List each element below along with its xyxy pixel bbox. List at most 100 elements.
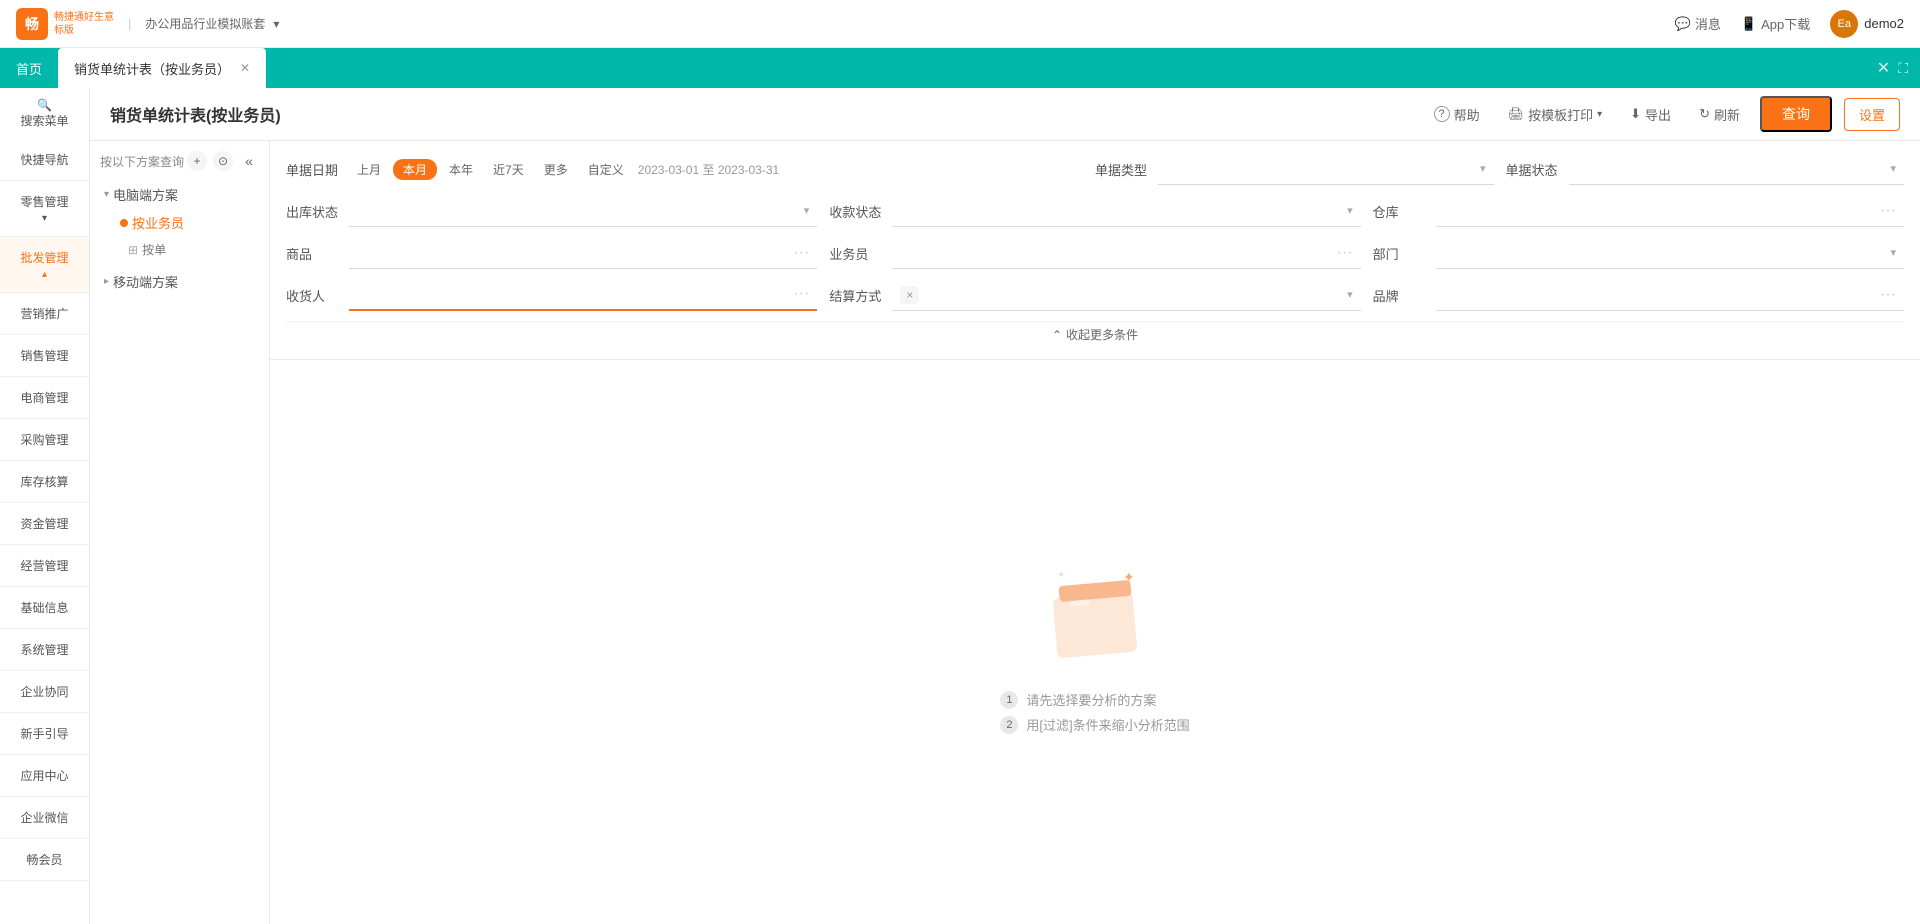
- doc-type-dropdown-icon: ▾: [1480, 162, 1486, 175]
- scheme-add-icon[interactable]: +: [187, 151, 207, 171]
- department-control[interactable]: ▾: [1436, 237, 1904, 269]
- sidebar-item-ecommerce[interactable]: 电商管理: [0, 377, 89, 419]
- filter-row-4: 收货人 ··· 结算方式 ×: [286, 279, 1904, 311]
- brand-control[interactable]: ···: [1436, 279, 1904, 311]
- collapse-btn[interactable]: ⌃ 收起更多条件: [286, 321, 1904, 347]
- query-button[interactable]: 查询: [1760, 96, 1832, 132]
- goods-label: 商品: [286, 244, 341, 263]
- inventory-label: 库存核算: [8, 473, 81, 490]
- date-tab-custom[interactable]: 自定义: [580, 159, 632, 180]
- filter-row-2: 出库状态 ▾ 收款状态 ▾: [286, 195, 1904, 227]
- department-dropdown-icon: ▾: [1890, 246, 1896, 259]
- help-label: 帮助: [1454, 105, 1480, 124]
- help-btn[interactable]: ? 帮助: [1426, 101, 1488, 128]
- ecommerce-label: 电商管理: [8, 389, 81, 406]
- breadcrumb-arrow[interactable]: ▾: [273, 17, 279, 31]
- sidebar-item-basic[interactable]: 基础信息: [0, 587, 89, 629]
- date-tab-7days[interactable]: 近7天: [485, 159, 532, 180]
- scheme-dot-icon: [120, 219, 128, 227]
- logo-icon: 畅: [16, 8, 48, 40]
- sidebar-item-appstore[interactable]: 应用中心: [0, 755, 89, 797]
- retail-arrow: ▾: [42, 213, 47, 224]
- settlement-tag-close[interactable]: ×: [906, 288, 913, 302]
- sidebar-item-system[interactable]: 系统管理: [0, 629, 89, 671]
- outbound-control[interactable]: ▾: [349, 195, 817, 227]
- wechat-label: 企业微信: [8, 809, 81, 826]
- filter-item-receiver: 收货人 ···: [286, 279, 817, 311]
- enterprise-label: 企业协同: [8, 683, 81, 700]
- salesperson-control[interactable]: ···: [892, 237, 1360, 269]
- date-tab-this-year[interactable]: 本年: [441, 159, 481, 180]
- tab-home[interactable]: 首页: [0, 48, 58, 88]
- message-label: 消息: [1695, 14, 1721, 33]
- sidebar-item-quicknav[interactable]: 快捷导航: [0, 139, 89, 181]
- user-area[interactable]: Ea demo2: [1830, 10, 1904, 38]
- filter-row-3: 商品 ··· 业务员 ···: [286, 237, 1904, 269]
- filter-item-salesperson: 业务员 ···: [829, 237, 1360, 269]
- scheme-item-by-salesperson[interactable]: 按业务员: [100, 208, 259, 237]
- filter-item-department: 部门 ▾: [1373, 237, 1904, 269]
- print-icon: 🖨: [1508, 106, 1525, 122]
- date-tab-last-month[interactable]: 上月: [349, 159, 389, 180]
- filter-item-doc-type: 单据类型 ▾: [1095, 153, 1494, 185]
- settings-button[interactable]: 设置: [1844, 98, 1900, 131]
- outbound-dropdown-icon: ▾: [804, 204, 810, 217]
- tab-close-icon[interactable]: ✕: [240, 61, 250, 75]
- sidebar-item-operations[interactable]: 经营管理: [0, 545, 89, 587]
- scheme-collapse-icon[interactable]: «: [239, 151, 259, 171]
- hint-text-1: 请先选择要分析的方案: [1026, 690, 1156, 709]
- settlement-control[interactable]: × ▾: [892, 279, 1360, 311]
- empty-illustration: ✦ ✦: [1035, 550, 1155, 670]
- payment-label: 收款状态: [829, 202, 884, 221]
- export-label: 导出: [1645, 105, 1671, 124]
- user-name: demo2: [1864, 16, 1904, 31]
- hint-num-2: 2: [1000, 716, 1018, 734]
- scheme-category-mobile-header[interactable]: ▸ 移动端方案: [100, 268, 259, 295]
- sidebar-search-label: 搜索菜单: [8, 112, 81, 129]
- sidebar-item-newcomer[interactable]: 新手引导: [0, 713, 89, 755]
- receiver-control[interactable]: ···: [349, 279, 817, 311]
- tab-sales-stat[interactable]: 销货单统计表（按业务员） ✕: [58, 48, 266, 88]
- app-download-action[interactable]: 📱 App下载: [1741, 14, 1810, 33]
- refresh-icon: ↻: [1699, 106, 1710, 122]
- empty-hint-1: 1 请先选择要分析的方案: [1000, 690, 1189, 709]
- newcomer-label: 新手引导: [8, 725, 81, 742]
- scheme-category-desktop-header[interactable]: ▾ 电脑端方案: [100, 181, 259, 208]
- scheme-edit-icon[interactable]: ⊙: [213, 151, 233, 171]
- app-icon: 📱: [1741, 16, 1757, 32]
- doc-type-label: 单据类型: [1095, 160, 1150, 179]
- sidebar-item-purchase[interactable]: 采购管理: [0, 419, 89, 461]
- sidebar-item-member[interactable]: 畅会员: [0, 839, 89, 881]
- scheme-salesperson-label: 按业务员: [132, 213, 184, 232]
- sidebar-item-finance[interactable]: 资金管理: [0, 503, 89, 545]
- empty-svg: ✦ ✦: [1035, 550, 1155, 670]
- sidebar-item-retail[interactable]: 零售管理 ▾: [0, 181, 89, 237]
- sidebar-item-wholesale[interactable]: 批发管理 ▴: [0, 237, 89, 293]
- category-arrow-right-icon: ▸: [104, 276, 109, 287]
- scheme-header: 按以下方案查询 + ⊙ «: [100, 151, 259, 171]
- print-btn[interactable]: 🖨 按模板打印 ▾: [1500, 101, 1611, 128]
- message-action[interactable]: 💬 消息: [1675, 14, 1721, 33]
- filter-item-date: 单据日期 上月 本月 本年 近7天 更多 自定义 20: [286, 159, 1083, 180]
- scheme-item-by-order[interactable]: ⊞ 按单: [100, 237, 259, 262]
- doc-status-control[interactable]: ▾: [1569, 153, 1905, 185]
- hint-text-2: 用[过滤]条件来缩小分析范围: [1026, 715, 1189, 734]
- goods-control[interactable]: ···: [349, 237, 817, 269]
- window-maximize-icon[interactable]: ⛶: [1898, 60, 1908, 77]
- export-btn[interactable]: ⬇ 导出: [1622, 101, 1679, 128]
- sidebar-item-wechat[interactable]: 企业微信: [0, 797, 89, 839]
- sidebar-item-sales[interactable]: 销售管理: [0, 335, 89, 377]
- window-close-icon[interactable]: ✕: [1877, 58, 1890, 78]
- doc-type-control[interactable]: ▾: [1158, 153, 1494, 185]
- sidebar-item-marketing[interactable]: 营销推广: [0, 293, 89, 335]
- empty-hints: 1 请先选择要分析的方案 2 用[过滤]条件来缩小分析范围: [1000, 690, 1189, 734]
- wholesale-label: 批发管理: [8, 249, 81, 266]
- payment-control[interactable]: ▾: [892, 195, 1360, 227]
- sidebar-item-search[interactable]: 🔍 搜索菜单: [0, 88, 89, 139]
- sidebar-item-enterprise[interactable]: 企业协同: [0, 671, 89, 713]
- refresh-btn[interactable]: ↻ 刷新: [1691, 101, 1748, 128]
- date-tab-more[interactable]: 更多: [536, 159, 576, 180]
- sidebar-item-inventory[interactable]: 库存核算: [0, 461, 89, 503]
- date-tab-this-month[interactable]: 本月: [393, 159, 437, 180]
- warehouse-control[interactable]: ···: [1436, 195, 1904, 227]
